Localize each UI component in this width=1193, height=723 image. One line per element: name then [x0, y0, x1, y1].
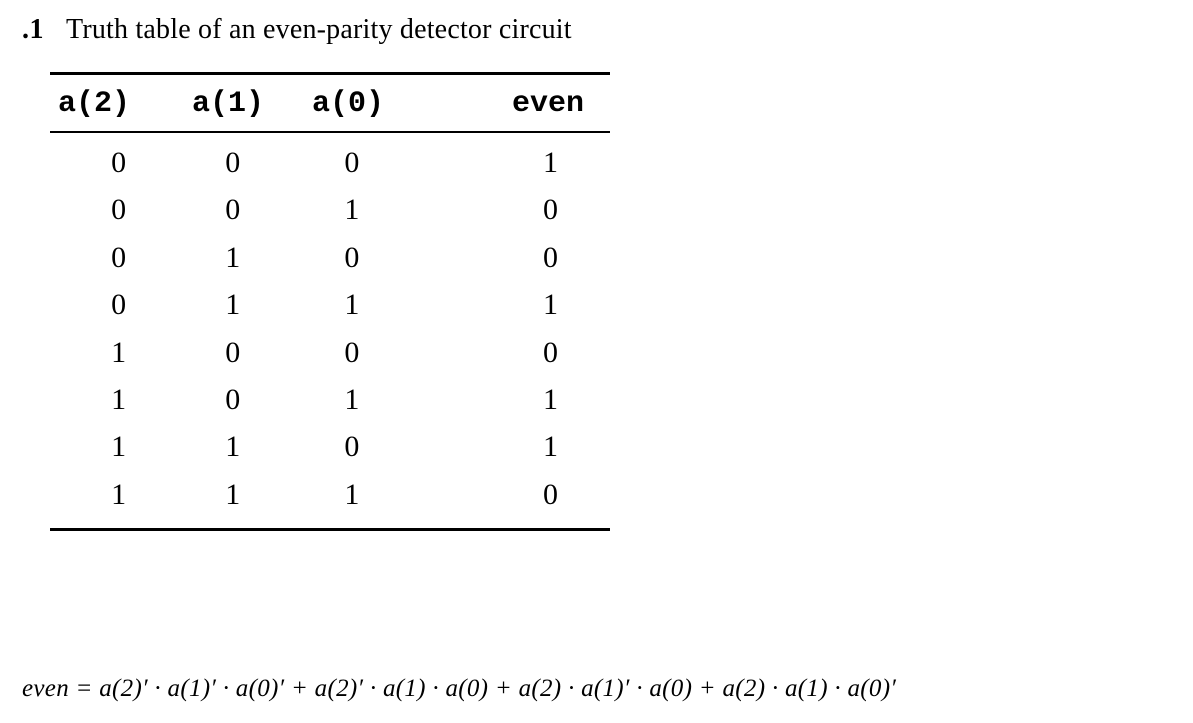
- cell-a0: 0: [292, 234, 411, 281]
- col-header-a0: a(0): [288, 87, 408, 121]
- cell-a2: 0: [50, 186, 173, 233]
- cell-a1: 0: [173, 329, 292, 376]
- cell-a0: 0: [292, 423, 411, 470]
- cell-even: 0: [491, 234, 610, 281]
- cell-even: 0: [491, 471, 610, 518]
- cell-even: 1: [491, 281, 610, 328]
- caption-number: .1: [22, 14, 44, 46]
- table-body: 0 0 0 1 0 0 1 0 0 1 0 0 0 1: [50, 133, 610, 528]
- cell-even: 0: [491, 186, 610, 233]
- cell-even: 0: [491, 329, 610, 376]
- cell-even: 1: [491, 139, 610, 186]
- cell-a0: 0: [292, 329, 411, 376]
- table-row: 0 1 0 0: [50, 234, 610, 281]
- cell-a0: 1: [292, 281, 411, 328]
- cell-a1: 0: [173, 376, 292, 423]
- cell-a1: 1: [173, 234, 292, 281]
- col-header-even: even: [488, 87, 608, 121]
- col-gap: [408, 87, 488, 121]
- figure-caption: .1 Truth table of an even-parity detecto…: [22, 14, 1171, 46]
- cell-even: 1: [491, 376, 610, 423]
- page: .1 Truth table of an even-parity detecto…: [0, 0, 1193, 723]
- cell-a0: 1: [292, 376, 411, 423]
- cell-a2: 0: [50, 139, 173, 186]
- cell-a0: 1: [292, 471, 411, 518]
- truth-table: a(2) a(1) a(0) even 0 0 0 1 0 0 1 0: [50, 72, 610, 531]
- col-header-a2: a(2): [50, 87, 168, 121]
- cell-even: 1: [491, 423, 610, 470]
- cell-a1: 0: [173, 139, 292, 186]
- caption-text: Truth table of an even-parity detector c…: [66, 14, 572, 46]
- boolean-equation: even = a(2)′ · a(1)′ · a(0)′ + a(2)′ · a…: [22, 675, 1171, 703]
- cell-a1: 0: [173, 186, 292, 233]
- cell-a2: 1: [50, 471, 173, 518]
- cell-a1: 1: [173, 281, 292, 328]
- table-header-row: a(2) a(1) a(0) even: [50, 75, 610, 131]
- cell-a2: 0: [50, 234, 173, 281]
- table-row: 0 0 1 0: [50, 186, 610, 233]
- table-row: 1 1 1 0: [50, 471, 610, 518]
- table-row: 1 0 1 1: [50, 376, 610, 423]
- table-row: 0 1 1 1: [50, 281, 610, 328]
- cell-a2: 1: [50, 423, 173, 470]
- cell-a1: 1: [173, 423, 292, 470]
- table-row: 0 0 0 1: [50, 139, 610, 186]
- cell-a1: 1: [173, 471, 292, 518]
- cell-a0: 1: [292, 186, 411, 233]
- table-row: 1 1 0 1: [50, 423, 610, 470]
- col-header-a1: a(1): [168, 87, 288, 121]
- table-row: 1 0 0 0: [50, 329, 610, 376]
- cell-a0: 0: [292, 139, 411, 186]
- table-rule-bottom: [50, 528, 610, 531]
- cell-a2: 0: [50, 281, 173, 328]
- cell-a2: 1: [50, 376, 173, 423]
- cell-a2: 1: [50, 329, 173, 376]
